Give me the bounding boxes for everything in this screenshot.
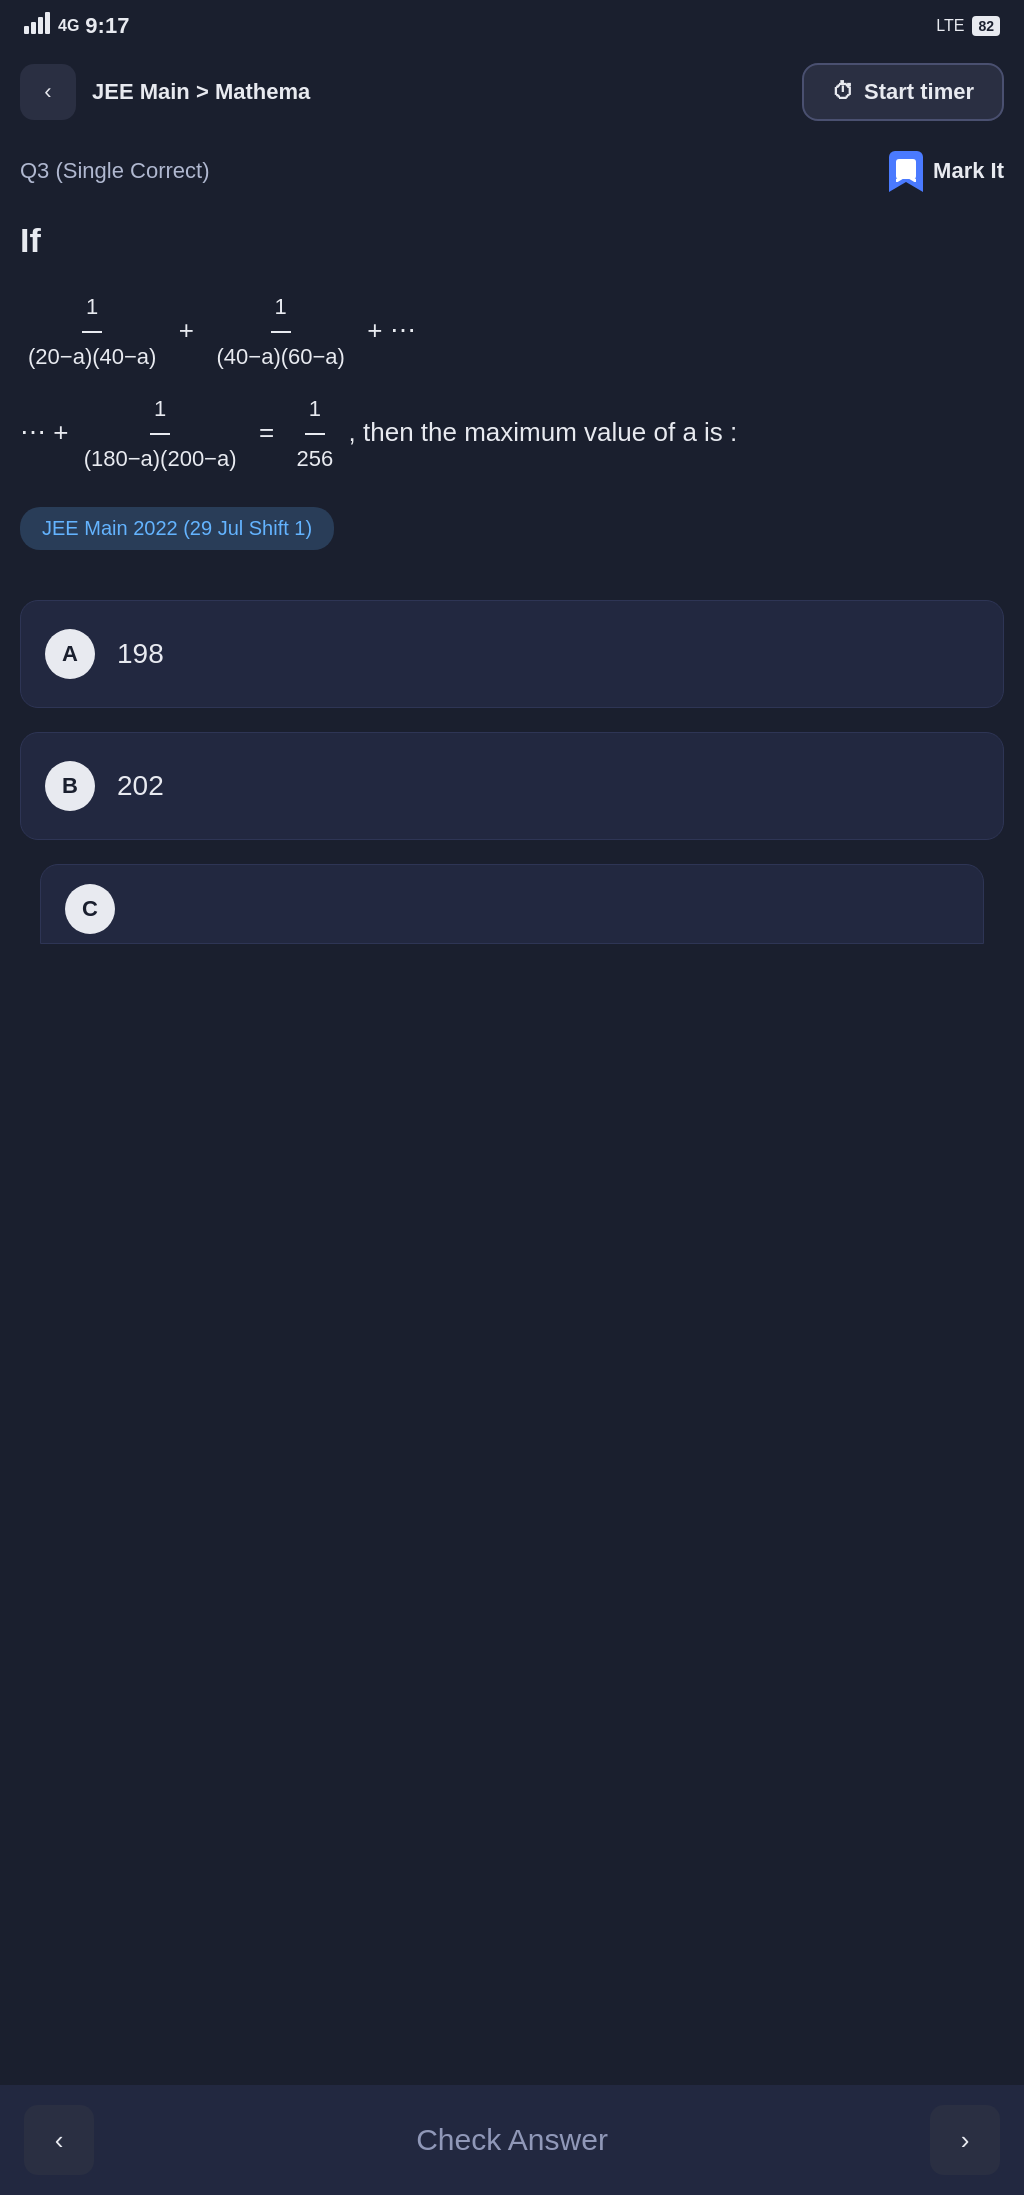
question-tag: JEE Main 2022 (29 Jul Shift 1) xyxy=(20,507,334,550)
mark-it-label: Mark It xyxy=(933,158,1004,184)
fraction-4: 1 256 xyxy=(293,387,338,481)
option-c-partial[interactable]: C xyxy=(40,864,984,944)
math-line-1: 1 (20−a)(40−a) + 1 (40−a)(60−a) + ⋯ xyxy=(20,285,1004,379)
battery-badge: 82 xyxy=(972,16,1000,36)
start-timer-button[interactable]: ⏱ Start timer xyxy=(802,63,1004,121)
option-b-letter: B xyxy=(45,761,95,811)
back-button[interactable]: ‹ xyxy=(20,64,76,120)
header-left: ‹ JEE Main > Mathema xyxy=(20,64,310,120)
mark-it-button[interactable]: Mark It xyxy=(889,151,1004,191)
frac4-denominator: 256 xyxy=(293,435,338,481)
frac3-numerator: 1 xyxy=(150,387,170,435)
timer-icon: ⏱ xyxy=(832,79,854,105)
svg-rect-1 xyxy=(31,22,36,34)
option-b-value: 202 xyxy=(117,770,164,802)
time-display: 9:17 xyxy=(85,13,129,39)
question-label: Q3 (Single Correct) xyxy=(20,158,210,184)
math-line-2: ⋯ + 1 (180−a)(200−a) = 1 256 , then the … xyxy=(20,387,1004,481)
status-left: 4G 9:17 xyxy=(24,12,129,39)
bottom-nav: ‹ Check Answer › xyxy=(0,2085,1024,2195)
start-timer-label: Start timer xyxy=(864,79,974,105)
signal-icon xyxy=(24,12,52,39)
math-expression: 1 (20−a)(40−a) + 1 (40−a)(60−a) + ⋯ ⋯ + … xyxy=(20,285,1004,481)
bookmark-icon xyxy=(889,151,923,191)
options-container: A 198 B 202 C xyxy=(0,590,1024,954)
status-right: LTE 82 xyxy=(936,16,1000,36)
question-meta: Q3 (Single Correct) Mark It xyxy=(0,141,1024,207)
frac2-denominator: (40−a)(60−a) xyxy=(213,333,349,379)
lte-label: LTE xyxy=(936,17,964,35)
option-a-value: 198 xyxy=(117,638,164,670)
prev-icon: ‹ xyxy=(55,2125,64,2156)
frac1-numerator: 1 xyxy=(82,285,102,333)
frac4-numerator: 1 xyxy=(305,387,325,435)
frac2-numerator: 1 xyxy=(271,285,291,333)
frac3-denominator: (180−a)(200−a) xyxy=(80,435,241,481)
fraction-3: 1 (180−a)(200−a) xyxy=(80,387,241,481)
signal-type: 4G xyxy=(58,17,79,35)
svg-rect-3 xyxy=(45,12,50,34)
check-answer-label: Check Answer xyxy=(416,2123,608,2156)
fraction-2: 1 (40−a)(60−a) xyxy=(213,285,349,379)
option-b[interactable]: B 202 xyxy=(20,732,1004,840)
prev-button[interactable]: ‹ xyxy=(24,2105,94,2175)
header-bar: ‹ JEE Main > Mathema ⏱ Start timer xyxy=(0,47,1024,141)
breadcrumb: JEE Main > Mathema xyxy=(92,79,310,105)
option-a-letter: A xyxy=(45,629,95,679)
question-suffix: , then the maximum value of a is : xyxy=(349,416,738,446)
next-icon: › xyxy=(961,2125,970,2156)
svg-rect-0 xyxy=(24,26,29,34)
question-if: If xyxy=(20,217,1004,265)
back-icon: ‹ xyxy=(44,79,51,105)
status-bar: 4G 9:17 LTE 82 xyxy=(0,0,1024,47)
frac1-denominator: (20−a)(40−a) xyxy=(24,333,160,379)
option-c-letter: C xyxy=(65,884,115,934)
fraction-1: 1 (20−a)(40−a) xyxy=(24,285,160,379)
question-content: If 1 (20−a)(40−a) + 1 (40−a)(60−a) + ⋯ ⋯… xyxy=(0,207,1024,590)
svg-rect-2 xyxy=(38,17,43,34)
next-button[interactable]: › xyxy=(930,2105,1000,2175)
option-a[interactable]: A 198 xyxy=(20,600,1004,708)
check-answer-button[interactable]: Check Answer xyxy=(416,2123,608,2157)
